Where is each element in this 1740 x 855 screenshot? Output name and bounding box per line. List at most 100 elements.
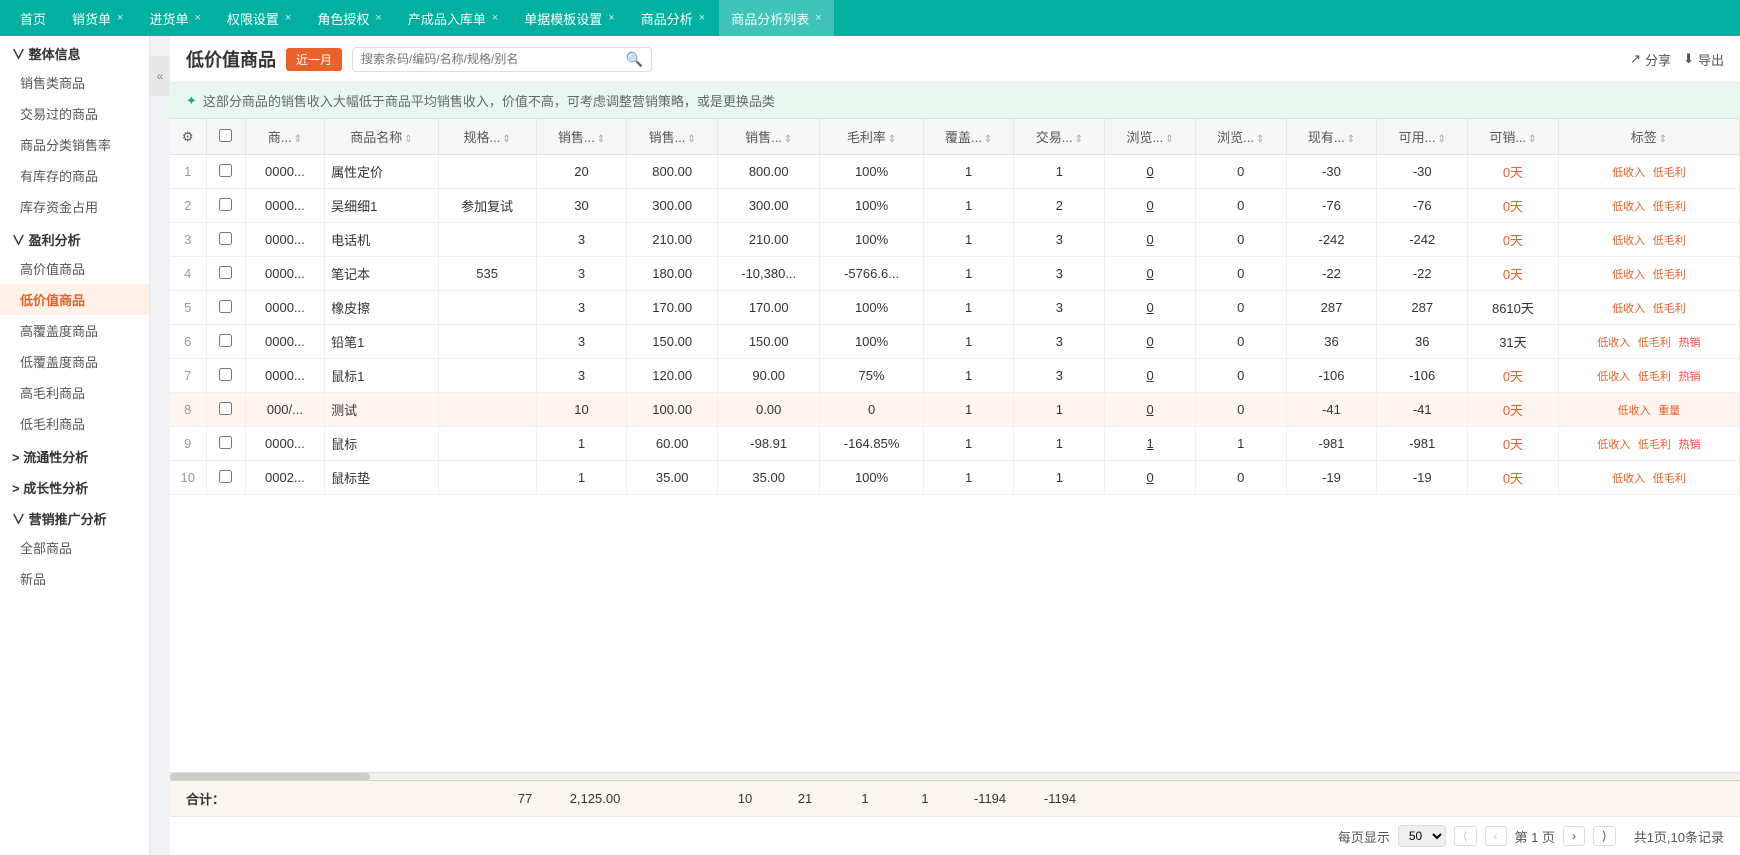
col-header-settings[interactable]: ⚙ <box>170 119 206 155</box>
sort-icon-available[interactable]: ⇕ <box>1437 134 1445 145</box>
sidebar-group-整体信息[interactable]: ∨ 整体信息 <box>0 36 149 67</box>
last-page-button[interactable]: ⟩ <box>1593 826 1616 846</box>
close-tab-icon[interactable]: × <box>492 12 498 24</box>
sort-icon-saleable[interactable]: ⇕ <box>1528 134 1536 145</box>
row-checkbox[interactable] <box>219 232 232 245</box>
col-header-tags[interactable]: 标签⇕ <box>1558 119 1739 155</box>
sort-icon-sales1[interactable]: ⇕ <box>597 134 605 145</box>
nav-item-角色授权[interactable]: 角色授权× <box>305 0 393 36</box>
sidebar-group-营销推广分析[interactable]: ∨ 营销推广分析 <box>0 501 149 532</box>
page-size-select[interactable]: 50 <box>1398 825 1446 847</box>
nav-item-商品分析[interactable]: 商品分析× <box>629 0 717 36</box>
close-tab-icon[interactable]: × <box>699 12 705 24</box>
row-checkbox[interactable] <box>219 198 232 211</box>
nav-item-权限设置[interactable]: 权限设置× <box>215 0 303 36</box>
row-checkbox[interactable] <box>219 266 232 279</box>
settings-icon[interactable]: ⚙ <box>182 129 194 144</box>
sidebar-item-有库存的商品[interactable]: 有库存的商品 <box>0 160 149 191</box>
browse1-link[interactable]: 0 <box>1146 334 1153 349</box>
close-tab-icon[interactable]: × <box>194 12 200 24</box>
browse1-link[interactable]: 0 <box>1146 198 1153 213</box>
nav-item-销货单[interactable]: 销货单× <box>60 0 135 36</box>
sort-icon-margin[interactable]: ⇕ <box>888 134 896 145</box>
share-button[interactable]: ↗ 分享 <box>1630 50 1671 69</box>
close-tab-icon[interactable]: × <box>285 12 291 24</box>
prev-page-button[interactable]: ‹ <box>1485 826 1507 846</box>
nav-item-商品分析列表[interactable]: 商品分析列表× <box>719 0 833 36</box>
browse1-link[interactable]: 0 <box>1146 368 1153 383</box>
col-header-sales1[interactable]: 销售...⇕ <box>536 119 627 155</box>
sort-icon-current[interactable]: ⇕ <box>1347 134 1355 145</box>
col-header-spec[interactable]: 规格...⇕ <box>438 119 536 155</box>
close-tab-icon[interactable]: × <box>117 12 123 24</box>
sidebar-group-盈利分析[interactable]: ∨ 盈利分析 <box>0 222 149 253</box>
sidebar-item-低价值商品[interactable]: 低价值商品 <box>0 284 149 315</box>
nav-item-首页[interactable]: 首页 <box>8 0 58 36</box>
col-header-name[interactable]: 商品名称⇕ <box>325 119 439 155</box>
next-page-button[interactable]: › <box>1563 826 1585 846</box>
col-header-saleable[interactable]: 可销...⇕ <box>1468 119 1559 155</box>
sidebar-item-商品分类销售率[interactable]: 商品分类销售率 <box>0 129 149 160</box>
nav-item-进货单[interactable]: 进货单× <box>137 0 212 36</box>
close-tab-icon[interactable]: × <box>815 12 821 24</box>
export-button[interactable]: ⬇ 导出 <box>1683 50 1724 69</box>
horizontal-scrollbar[interactable] <box>170 772 1740 780</box>
sidebar-item-新品[interactable]: 新品 <box>0 563 149 594</box>
sidebar-group-流通性分析[interactable]: > 流通性分析 <box>0 439 149 470</box>
browse1-link[interactable]: 0 <box>1146 470 1153 485</box>
col-header-code[interactable]: 商...⇕ <box>245 119 324 155</box>
row-checkbox[interactable] <box>219 300 232 313</box>
sidebar-group-成长性分析[interactable]: > 成长性分析 <box>0 470 149 501</box>
nav-item-单据模板设置[interactable]: 单据模板设置× <box>512 0 626 36</box>
sidebar-item-低覆盖度商品[interactable]: 低覆盖度商品 <box>0 346 149 377</box>
sidebar-item-高覆盖度商品[interactable]: 高覆盖度商品 <box>0 315 149 346</box>
row-checkbox[interactable] <box>219 436 232 449</box>
sort-icon-browse1[interactable]: ⇕ <box>1165 134 1173 145</box>
sidebar-collapse-button[interactable]: « <box>150 56 170 96</box>
browse1-link[interactable]: 0 <box>1146 232 1153 247</box>
sidebar-item-全部商品[interactable]: 全部商品 <box>0 532 149 563</box>
col-header-checkbox[interactable] <box>206 119 245 155</box>
col-header-margin[interactable]: 毛利率⇕ <box>820 119 923 155</box>
search-input[interactable] <box>361 52 626 66</box>
col-header-trade[interactable]: 交易...⇕ <box>1014 119 1105 155</box>
sidebar-item-高毛利商品[interactable]: 高毛利商品 <box>0 377 149 408</box>
row-checkbox[interactable] <box>219 368 232 381</box>
col-header-available[interactable]: 可用...⇕ <box>1377 119 1468 155</box>
sort-icon-name[interactable]: ⇕ <box>404 134 412 145</box>
browse1-link[interactable]: 1 <box>1146 436 1153 451</box>
sidebar-item-交易过的商品[interactable]: 交易过的商品 <box>0 98 149 129</box>
row-checkbox[interactable] <box>219 470 232 483</box>
col-header-sales3[interactable]: 销售...⇕ <box>718 119 820 155</box>
sidebar-item-库存资金占用[interactable]: 库存资金占用 <box>0 191 149 222</box>
col-header-coverage[interactable]: 覆盖...⇕ <box>923 119 1014 155</box>
sort-icon-spec[interactable]: ⇕ <box>502 134 510 145</box>
browse1-link[interactable]: 0 <box>1146 164 1153 179</box>
close-tab-icon[interactable]: × <box>608 12 614 24</box>
browse1-link[interactable]: 0 <box>1146 300 1153 315</box>
nav-item-产成品入库单[interactable]: 产成品入库单× <box>396 0 510 36</box>
first-page-button[interactable]: ⟨ <box>1454 826 1477 846</box>
sort-icon-sales3[interactable]: ⇕ <box>784 134 792 145</box>
filter-button[interactable]: 近一月 <box>286 48 342 71</box>
select-all-checkbox[interactable] <box>219 129 232 142</box>
sidebar-item-高价值商品[interactable]: 高价值商品 <box>0 253 149 284</box>
col-header-browse2[interactable]: 浏览...⇕ <box>1195 119 1286 155</box>
col-header-current[interactable]: 现有...⇕ <box>1286 119 1377 155</box>
sidebar-item-低毛利商品[interactable]: 低毛利商品 <box>0 408 149 439</box>
sidebar-item-销售类商品[interactable]: 销售类商品 <box>0 67 149 98</box>
sort-icon-coverage[interactable]: ⇕ <box>984 134 992 145</box>
col-header-browse1[interactable]: 浏览...⇕ <box>1105 119 1196 155</box>
sort-icon-trade[interactable]: ⇕ <box>1075 134 1083 145</box>
sort-icon-browse2[interactable]: ⇕ <box>1256 134 1264 145</box>
browse1-link[interactable]: 0 <box>1146 266 1153 281</box>
row-checkbox[interactable] <box>219 402 232 415</box>
close-tab-icon[interactable]: × <box>375 12 381 24</box>
browse1-link[interactable]: 0 <box>1146 402 1153 417</box>
sort-icon-code[interactable]: ⇕ <box>294 134 302 145</box>
row-checkbox[interactable] <box>219 334 232 347</box>
row-checkbox[interactable] <box>219 164 232 177</box>
sort-icon-sales2[interactable]: ⇕ <box>687 134 695 145</box>
col-header-sales2[interactable]: 销售...⇕ <box>627 119 718 155</box>
sort-icon-tags[interactable]: ⇕ <box>1659 134 1667 145</box>
